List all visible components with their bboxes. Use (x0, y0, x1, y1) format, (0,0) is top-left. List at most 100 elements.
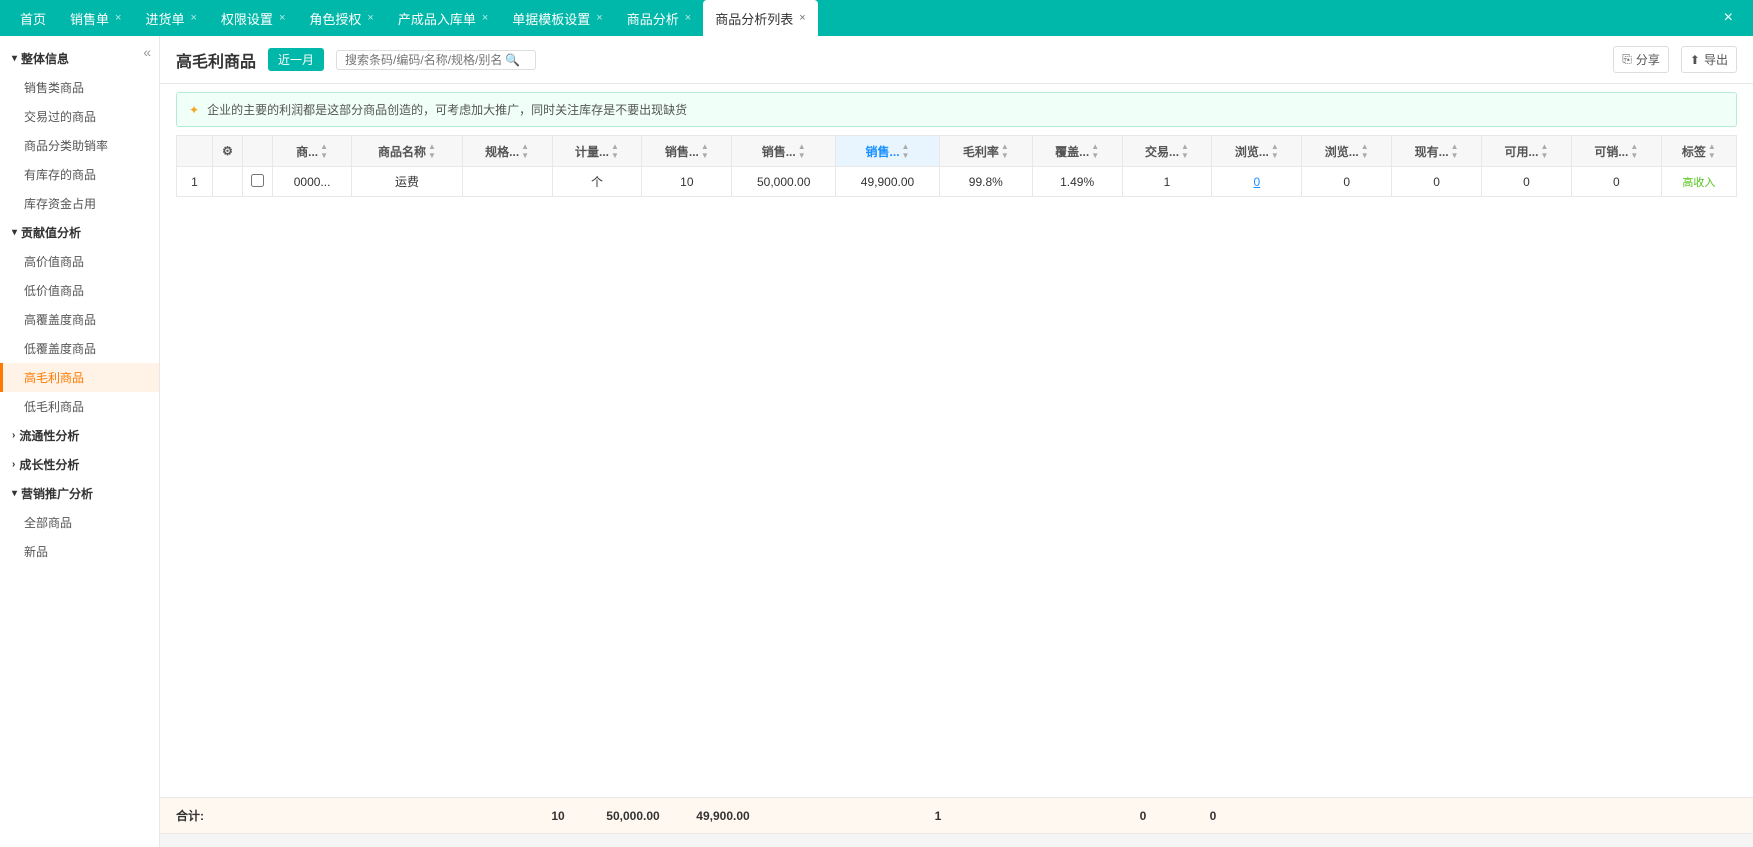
sidebar-item-high-value[interactable]: 高价值商品 (0, 247, 159, 276)
nav-purchase[interactable]: 进货单 × (133, 0, 208, 36)
footer-cell-4 (468, 809, 528, 823)
col-settings[interactable]: ⚙ (213, 136, 243, 167)
col-tag[interactable]: 标签▲▼ (1661, 136, 1736, 167)
info-banner: ✦ 企业的主要的利润都是这部分商品创造的，可考虑加大推广，同时关注库存是不要出现… (176, 92, 1737, 127)
sidebar-item-category-rate[interactable]: 商品分类助销率 (0, 131, 159, 160)
data-table: ⚙ 商...▲▼ 商品名称▲▼ 规格...▲▼ 计量...▲▼ (176, 135, 1737, 197)
col-name[interactable]: 商品名称▲▼ (352, 136, 463, 167)
footer-cell-coverage (838, 809, 908, 823)
sidebar-item-sales-goods[interactable]: 销售类商品 (0, 73, 159, 102)
cell-index: 1 (177, 167, 213, 197)
share-button[interactable]: ⎘ 分享 (1613, 46, 1669, 73)
group-arrow-growth: › (12, 459, 15, 470)
page-title: 高毛利商品 (176, 48, 256, 72)
row-checkbox[interactable] (251, 174, 264, 187)
footer-cell-stock: 0 (1108, 809, 1178, 823)
col-browse2[interactable]: 浏览...▲▼ (1302, 136, 1392, 167)
sidebar-group-contribution[interactable]: ▾ 贡献值分析 (0, 218, 159, 247)
sidebar-item-traded-goods[interactable]: 交易过的商品 (0, 102, 159, 131)
cell-spec (462, 167, 552, 197)
footer-cell-sales-qty: 10 (528, 809, 588, 823)
cell-browse2: 0 (1302, 167, 1392, 197)
nav-product-stock-close[interactable]: × (482, 12, 488, 24)
cell-sales-amount: 50,000.00 (732, 167, 836, 197)
nav-template-close[interactable]: × (596, 12, 602, 24)
nav-home[interactable]: 首页 (8, 0, 58, 36)
sidebar-item-low-value[interactable]: 低价值商品 (0, 276, 159, 305)
sidebar-group-growth[interactable]: › 成长性分析 (0, 450, 159, 479)
col-coverage[interactable]: 覆盖...▲▼ (1032, 136, 1122, 167)
col-available[interactable]: 可用...▲▼ (1482, 136, 1572, 167)
sidebar-item-stock-capital[interactable]: 库存资金占用 (0, 189, 159, 218)
date-filter-button[interactable]: 近一月 (268, 48, 324, 71)
search-icon[interactable]: 🔍 (505, 53, 520, 67)
content-header: 高毛利商品 近一月 🔍 ⎘ 分享 ⬆ 导出 (160, 36, 1753, 84)
sidebar-item-high-coverage[interactable]: 高覆盖度商品 (0, 305, 159, 334)
nav-purchase-close[interactable]: × (190, 12, 196, 24)
col-gross-margin[interactable]: 毛利率▲▼ (939, 136, 1032, 167)
cell-name: 运费 (352, 167, 463, 197)
cell-sellable: 0 (1571, 167, 1661, 197)
col-sales-profit[interactable]: 销售...▲▼ (836, 136, 940, 167)
sidebar-collapse-button[interactable]: « (143, 44, 151, 60)
col-sales-amount[interactable]: 销售...▲▼ (732, 136, 836, 167)
nav-sales-close[interactable]: × (115, 12, 121, 24)
cell-checkbox[interactable] (243, 167, 273, 197)
footer-cell-0 (232, 809, 268, 823)
sidebar-item-all-goods[interactable]: 全部商品 (0, 508, 159, 537)
col-sales-qty[interactable]: 销售...▲▼ (642, 136, 732, 167)
bottom-scrollbar[interactable] (160, 833, 1753, 847)
cell-sales-profit: 49,900.00 (836, 167, 940, 197)
col-sellable[interactable]: 可销...▲▼ (1571, 136, 1661, 167)
group-arrow-liquidity: › (12, 430, 15, 441)
cell-settings[interactable] (213, 167, 243, 197)
sidebar-item-stock-goods[interactable]: 有库存的商品 (0, 160, 159, 189)
main-layout: « ▾ 整体信息 销售类商品 交易过的商品 商品分类助销率 有库存的商品 库存资… (0, 36, 1753, 847)
sidebar-group-overall[interactable]: ▾ 整体信息 (0, 44, 159, 73)
col-unit[interactable]: 计量...▲▼ (552, 136, 642, 167)
cell-gross-margin: 99.8% (939, 167, 1032, 197)
search-input[interactable] (345, 53, 505, 67)
sidebar-group-marketing[interactable]: ▾ 营销推广分析 (0, 479, 159, 508)
cell-coverage: 1.49% (1032, 167, 1122, 197)
sidebar-item-low-coverage[interactable]: 低覆盖度商品 (0, 334, 159, 363)
content-area: 高毛利商品 近一月 🔍 ⎘ 分享 ⬆ 导出 ✦ 企业的主要的利润都是这部分商品创… (160, 36, 1753, 847)
col-browse1[interactable]: 浏览...▲▼ (1212, 136, 1302, 167)
cell-tag: 高收入 (1661, 167, 1736, 197)
footer-cell-available: 0 (1178, 809, 1248, 823)
col-current-stock[interactable]: 现有...▲▼ (1392, 136, 1482, 167)
share-icon: ⎘ (1622, 52, 1632, 67)
nav-template-setting[interactable]: 单据模板设置 × (500, 0, 614, 36)
nav-product-analysis[interactable]: 商品分析 × (615, 0, 703, 36)
col-transaction[interactable]: 交易...▲▼ (1122, 136, 1212, 167)
cell-browse1[interactable]: 0 (1212, 167, 1302, 197)
cell-code: 0000... (273, 167, 352, 197)
col-code[interactable]: 商...▲▼ (273, 136, 352, 167)
col-spec[interactable]: 规格...▲▼ (462, 136, 552, 167)
nav-analysis-list-close[interactable]: × (799, 12, 805, 24)
sidebar-item-new-goods[interactable]: 新品 (0, 537, 159, 566)
nav-permission-setting[interactable]: 权限设置 × (209, 0, 297, 36)
col-checkbox (243, 136, 273, 167)
footer-cells: 10 50,000.00 49,900.00 1 0 0 (232, 809, 1737, 823)
table-wrapper[interactable]: ⚙ 商...▲▼ 商品名称▲▼ 规格...▲▼ 计量...▲▼ (160, 135, 1753, 797)
top-navigation: 首页 销售单 × 进货单 × 权限设置 × 角色授权 × 产成品入库单 × 单据… (0, 0, 1753, 36)
group-arrow-overall: ▾ (12, 53, 17, 64)
nav-role-close[interactable]: × (367, 12, 373, 24)
cell-available: 0 (1482, 167, 1572, 197)
sidebar-item-high-margin[interactable]: 高毛利商品 (0, 363, 159, 392)
nav-role-auth[interactable]: 角色授权 × (297, 0, 385, 36)
table-header-row: ⚙ 商...▲▼ 商品名称▲▼ 规格...▲▼ 计量...▲▼ (177, 136, 1737, 167)
nav-analysis-list[interactable]: 商品分析列表 × (703, 0, 817, 36)
footer-label: 合计: (176, 807, 216, 824)
nav-sales[interactable]: 销售单 × (58, 0, 133, 36)
nav-permission-close[interactable]: × (279, 12, 285, 24)
info-icon: ✦ (189, 103, 199, 117)
sidebar-item-low-margin[interactable]: 低毛利商品 (0, 392, 159, 421)
nav-product-stock[interactable]: 产成品入库单 × (386, 0, 500, 36)
export-button[interactable]: ⬆ 导出 (1681, 46, 1737, 73)
window-close-button[interactable]: × (1712, 9, 1745, 27)
nav-analysis-close[interactable]: × (685, 12, 691, 24)
info-text: 企业的主要的利润都是这部分商品创造的，可考虑加大推广，同时关注库存是不要出现缺货 (207, 101, 687, 118)
sidebar-group-liquidity[interactable]: › 流通性分析 (0, 421, 159, 450)
